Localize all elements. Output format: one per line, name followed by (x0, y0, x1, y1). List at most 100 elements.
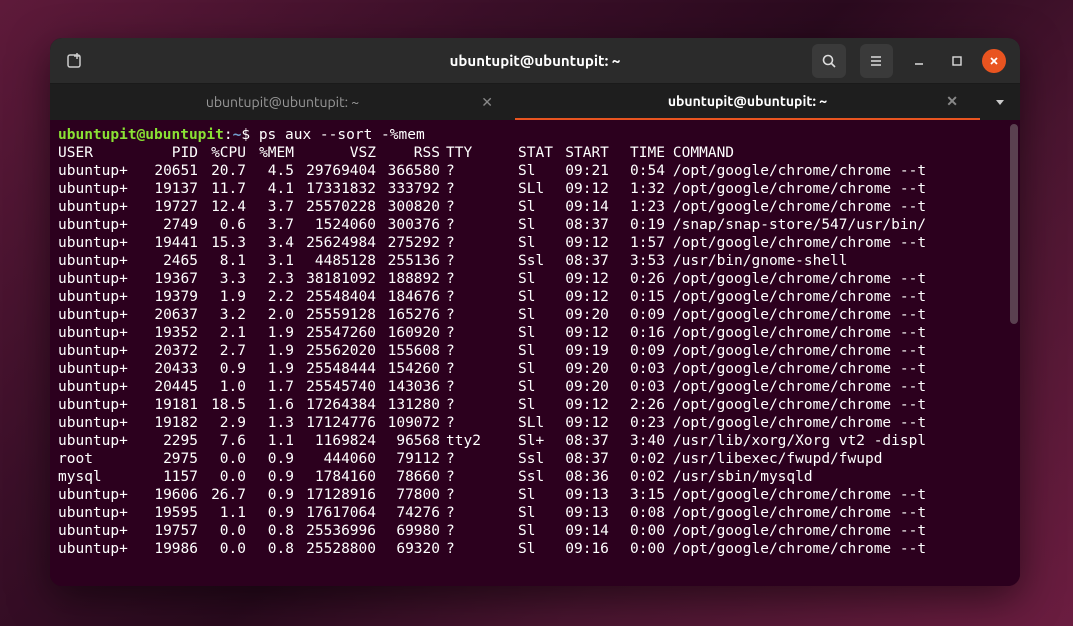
cell-pid: 19441 (138, 234, 198, 252)
col-tty: TTY (440, 144, 488, 162)
cell-time: 1:23 (609, 198, 665, 216)
table-header-row: USER PID %CPU %MEM VSZ RSS TTY STAT STAR… (58, 144, 926, 162)
cell-rss: 69320 (376, 540, 440, 558)
cell-cpu: 0.0 (198, 468, 246, 486)
cell-stat: Sl (488, 504, 553, 522)
cell-start: 09:12 (553, 288, 609, 306)
titlebar: ubuntupit@ubuntupit: ~ (50, 38, 1020, 84)
cell-vsz: 17128916 (294, 486, 376, 504)
cell-cpu: 26.7 (198, 486, 246, 504)
cell-start: 09:12 (553, 324, 609, 342)
cell-tty: ? (440, 234, 488, 252)
cell-stat: Sl (488, 540, 553, 558)
cell-rss: 78660 (376, 468, 440, 486)
cell-mem: 1.1 (246, 432, 294, 450)
table-row: ubuntup+1960626.70.91712891677800?Sl09:1… (58, 486, 926, 504)
cell-rss: 79112 (376, 450, 440, 468)
cell-cmd: /opt/google/chrome/chrome --t (665, 378, 926, 396)
cell-stat: Sl (488, 522, 553, 540)
cell-cpu: 20.7 (198, 162, 246, 180)
tab-label: ubuntupit@ubuntupit: ~ (668, 93, 827, 109)
cell-user: ubuntup+ (58, 486, 138, 504)
tab-dropdown-button[interactable] (980, 84, 1020, 120)
cell-time: 0:08 (609, 504, 665, 522)
window-title: ubuntupit@ubuntupit: ~ (258, 52, 812, 69)
cell-rss: 300376 (376, 216, 440, 234)
cell-time: 0:26 (609, 270, 665, 288)
tab-2[interactable]: ubuntupit@ubuntupit: ~ ✕ (515, 84, 980, 120)
cell-time: 0:02 (609, 450, 665, 468)
cell-stat: Sl (488, 342, 553, 360)
cell-stat: Sl (488, 486, 553, 504)
table-row: ubuntup+204451.01.725545740143036?Sl09:2… (58, 378, 926, 396)
cell-tty: ? (440, 270, 488, 288)
cell-pid: 19986 (138, 540, 198, 558)
cell-start: 09:12 (553, 414, 609, 432)
cell-cmd: /usr/bin/gnome-shell (665, 252, 926, 270)
cell-vsz: 444060 (294, 450, 376, 468)
cell-cmd: /opt/google/chrome/chrome --t (665, 270, 926, 288)
cell-pid: 20651 (138, 162, 198, 180)
cell-vsz: 29769404 (294, 162, 376, 180)
cell-start: 09:12 (553, 180, 609, 198)
tab-close-icon[interactable]: ✕ (481, 94, 493, 111)
cell-user: ubuntup+ (58, 216, 138, 234)
cell-user: ubuntup+ (58, 324, 138, 342)
terminal-body[interactable]: ubuntupit@ubuntupit:~$ ps aux --sort -%m… (50, 120, 1020, 586)
cell-pid: 19606 (138, 486, 198, 504)
cell-rss: 188892 (376, 270, 440, 288)
cell-stat: SLl (488, 180, 553, 198)
table-row: ubuntup+24658.13.14485128255136?Ssl08:37… (58, 252, 926, 270)
cell-user: ubuntup+ (58, 252, 138, 270)
cell-start: 09:13 (553, 504, 609, 522)
search-button[interactable] (812, 44, 846, 78)
tab-1[interactable]: ubuntupit@ubuntupit: ~ ✕ (50, 84, 515, 120)
table-row: ubuntup+191822.91.317124776109072?SLl09:… (58, 414, 926, 432)
cell-user: ubuntup+ (58, 342, 138, 360)
cell-tty: tty2 (440, 432, 488, 450)
cell-cmd: /opt/google/chrome/chrome --t (665, 324, 926, 342)
cell-start: 08:37 (553, 252, 609, 270)
cell-cmd: /opt/google/chrome/chrome --t (665, 360, 926, 378)
cell-cmd: /opt/google/chrome/chrome --t (665, 234, 926, 252)
cell-pid: 19595 (138, 504, 198, 522)
cell-cpu: 0.0 (198, 540, 246, 558)
cell-mem: 3.4 (246, 234, 294, 252)
cell-tty: ? (440, 162, 488, 180)
cell-mem: 1.9 (246, 324, 294, 342)
minimize-button[interactable] (907, 49, 931, 73)
cell-cmd: /usr/libexec/fwupd/fwupd (665, 450, 926, 468)
cell-mem: 1.9 (246, 342, 294, 360)
cell-user: ubuntup+ (58, 198, 138, 216)
cell-cmd: /opt/google/chrome/chrome --t (665, 540, 926, 558)
cell-tty: ? (440, 198, 488, 216)
cell-cpu: 0.0 (198, 522, 246, 540)
cell-tty: ? (440, 360, 488, 378)
cell-pid: 2975 (138, 450, 198, 468)
tab-close-icon[interactable]: ✕ (946, 93, 958, 110)
scrollbar[interactable] (1010, 124, 1018, 324)
cell-rss: 255136 (376, 252, 440, 270)
cell-time: 0:03 (609, 360, 665, 378)
close-button[interactable] (982, 49, 1006, 73)
cell-time: 2:26 (609, 396, 665, 414)
cell-pid: 19137 (138, 180, 198, 198)
cell-pid: 1157 (138, 468, 198, 486)
maximize-button[interactable] (945, 49, 969, 73)
cell-tty: ? (440, 288, 488, 306)
table-row: ubuntup+2065120.74.529769404366580?Sl09:… (58, 162, 926, 180)
cell-tty: ? (440, 306, 488, 324)
cell-tty: ? (440, 180, 488, 198)
cell-start: 09:20 (553, 360, 609, 378)
cell-mem: 0.9 (246, 486, 294, 504)
cell-pid: 20637 (138, 306, 198, 324)
cell-stat: Sl (488, 234, 553, 252)
hamburger-menu-button[interactable] (860, 44, 894, 78)
cell-user: mysql (58, 468, 138, 486)
cell-cpu: 0.9 (198, 360, 246, 378)
cell-start: 09:12 (553, 234, 609, 252)
cell-time: 0:02 (609, 468, 665, 486)
new-tab-button[interactable] (58, 44, 92, 78)
cell-rss: 165276 (376, 306, 440, 324)
cell-tty: ? (440, 378, 488, 396)
